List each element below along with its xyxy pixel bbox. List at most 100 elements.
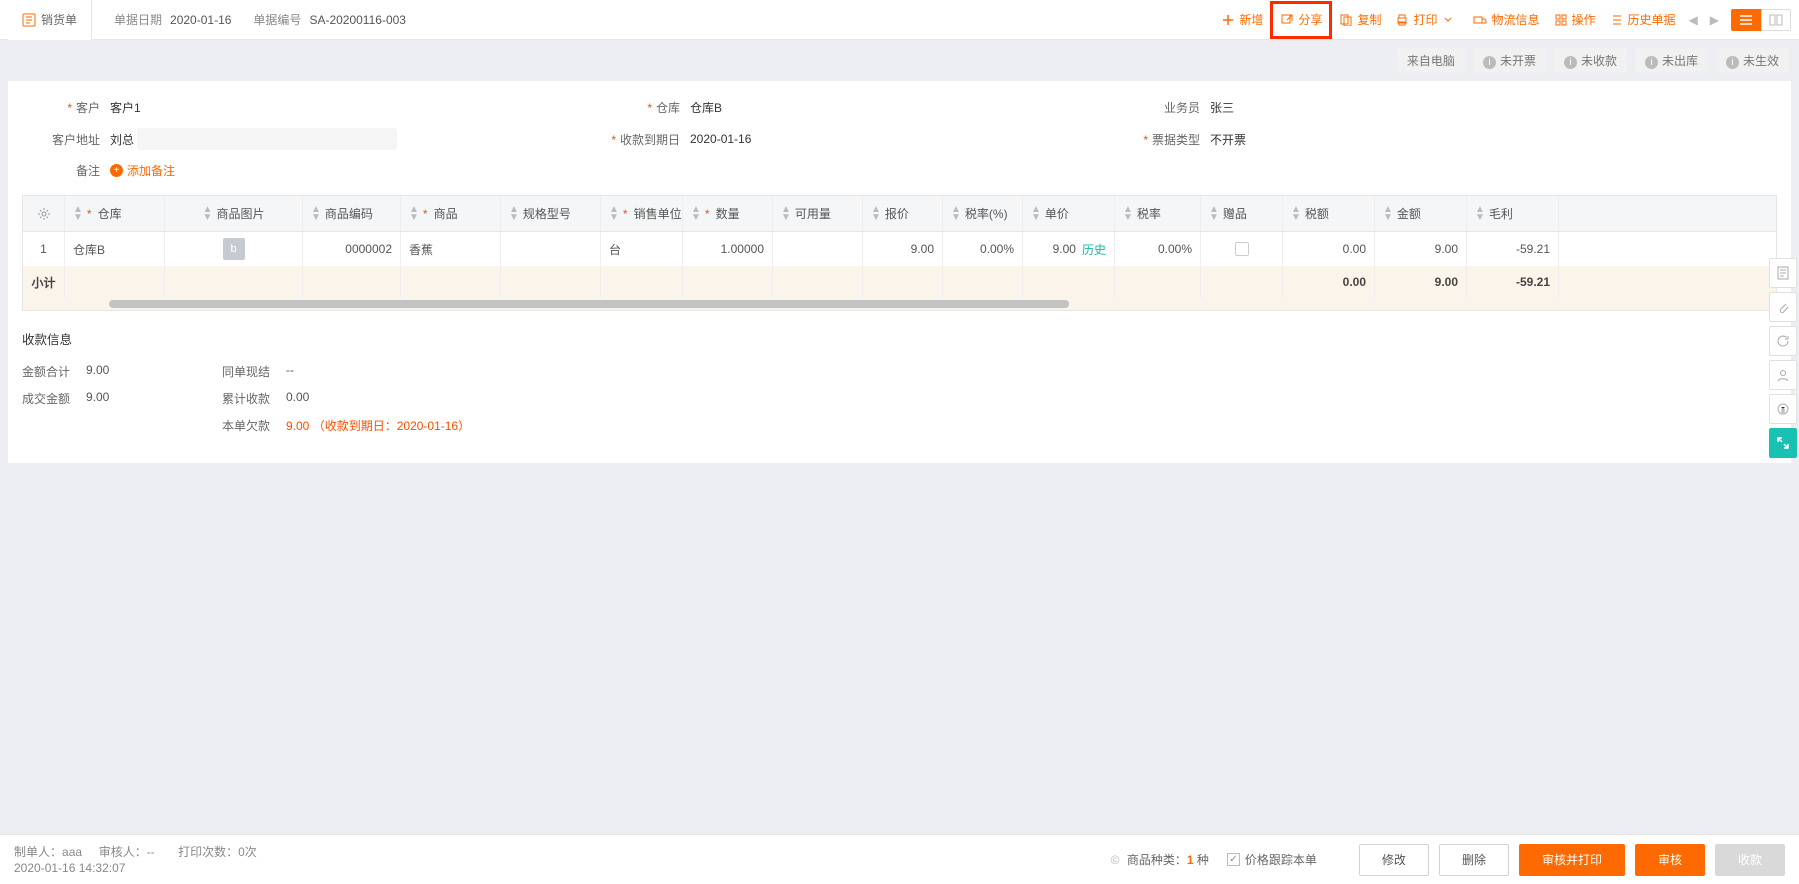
col-settings[interactable]	[23, 196, 65, 231]
history-label: 历史单据	[1628, 11, 1676, 28]
subtotal-row: 小计 0.00 9.00 -59.21	[23, 266, 1776, 298]
col-unit[interactable]: ▲▼*销售单位	[601, 196, 683, 231]
right-rail	[1769, 258, 1799, 458]
cell-rate[interactable]: 0.00%	[943, 232, 1023, 266]
cell-warehouse[interactable]: 仓库B	[65, 232, 165, 266]
cell-gift[interactable]	[1201, 232, 1283, 266]
edit-button[interactable]: 修改	[1359, 844, 1429, 876]
total-value: 9.00	[86, 363, 109, 380]
col-taxr[interactable]: ▲▼税率	[1115, 196, 1201, 231]
ops-label: 操作	[1572, 11, 1596, 28]
status-receipt[interactable]: i未收款	[1554, 48, 1627, 73]
col-image[interactable]: ▲▼商品图片	[165, 196, 303, 231]
col-price[interactable]: ▲▼报价	[863, 196, 943, 231]
rail-user-button[interactable]	[1769, 360, 1797, 390]
cell-qty[interactable]: 1.00000	[683, 232, 773, 266]
cell-spec[interactable]	[501, 232, 601, 266]
receipt-icon	[22, 13, 36, 27]
col-code[interactable]: ▲▼商品编码	[303, 196, 401, 231]
logistics-label: 物流信息	[1491, 11, 1539, 28]
share-label: 分享	[1298, 11, 1322, 28]
cell-amount[interactable]: 9.00	[1375, 232, 1467, 266]
image-placeholder-icon: b	[223, 238, 245, 260]
receipt-button[interactable]: 收款	[1715, 844, 1785, 876]
logistics-button[interactable]: 物流信息	[1466, 0, 1546, 40]
status-source: 来自电脑	[1397, 48, 1465, 73]
same-value: --	[286, 363, 294, 380]
cell-uprice[interactable]: 9.00历史	[1023, 232, 1115, 266]
footer: 制单人：aaa 审核人：-- 打印次数：0次 2020-01-16 14:32:…	[0, 834, 1799, 884]
col-spec[interactable]: ▲▼规格型号	[501, 196, 601, 231]
sales-value[interactable]: 张三	[1210, 99, 1234, 116]
rail-money-button[interactable]	[1769, 394, 1797, 424]
delete-button[interactable]: 删除	[1439, 844, 1509, 876]
address-label: 客户地址	[22, 131, 110, 148]
col-tax[interactable]: ▲▼税额	[1283, 196, 1375, 231]
warehouse-value[interactable]: 仓库B	[690, 99, 722, 116]
copy-label: 复制	[1357, 11, 1381, 28]
col-name[interactable]: ▲▼*商品	[401, 196, 501, 231]
cell-gp[interactable]: -59.21	[1467, 232, 1559, 266]
col-amount[interactable]: ▲▼金额	[1375, 196, 1467, 231]
history-link[interactable]: 历史	[1082, 241, 1106, 258]
cell-price[interactable]: 9.00	[863, 232, 943, 266]
col-rate[interactable]: ▲▼税率(%)	[943, 196, 1023, 231]
info-icon: i	[1645, 56, 1658, 69]
cell-unit[interactable]: 台	[601, 232, 683, 266]
rail-refresh-button[interactable]	[1769, 326, 1797, 356]
customer-label: 客户	[22, 99, 110, 116]
audit-button[interactable]: 审核	[1635, 844, 1705, 876]
col-qty[interactable]: ▲▼*数量	[683, 196, 773, 231]
prev-doc-button[interactable]: ◀	[1683, 13, 1704, 27]
status-invoice[interactable]: i未开票	[1473, 48, 1546, 73]
copy-icon	[1339, 13, 1353, 27]
view-list-button[interactable]	[1731, 9, 1761, 31]
rail-attach-button[interactable]	[1769, 292, 1797, 322]
grid-hscroll[interactable]	[23, 298, 1776, 310]
subtotal-gp: -59.21	[1467, 266, 1559, 298]
payment-info: 收款信息 金额合计9.00 成交金额9.00 同单现结-- 累计收款0.00 本…	[22, 329, 1777, 439]
cell-name[interactable]: 香蕉	[401, 232, 501, 266]
doc-tab[interactable]: 销货单	[8, 0, 92, 40]
cell-code[interactable]: 0000002	[303, 232, 401, 266]
print-button[interactable]: 打印	[1388, 0, 1466, 40]
customer-value[interactable]: 客户1	[110, 99, 141, 116]
rail-expand-button[interactable]	[1769, 428, 1797, 458]
history-button[interactable]: 历史单据	[1603, 0, 1683, 40]
add-button[interactable]: 新增	[1214, 0, 1270, 40]
table-row[interactable]: 1 仓库B b 0000002 香蕉 台 1.00000 9.00 0.00% …	[23, 232, 1776, 266]
copy-button[interactable]: 复制	[1332, 0, 1388, 40]
col-warehouse[interactable]: ▲▼*仓库	[65, 196, 165, 231]
duedate-value[interactable]: 2020-01-16	[690, 132, 751, 146]
deal-value: 9.00	[86, 390, 109, 407]
share-button[interactable]: 分享	[1273, 0, 1329, 40]
cell-taxr[interactable]: 0.00%	[1115, 232, 1201, 266]
next-doc-button[interactable]: ▶	[1704, 13, 1725, 27]
doc-date-value: 2020-01-16	[170, 13, 231, 27]
col-gift[interactable]: ▲▼赠品	[1201, 196, 1283, 231]
cell-image[interactable]: b	[165, 232, 303, 266]
col-gp[interactable]: ▲▼毛利	[1467, 196, 1559, 231]
print-count-value: 0次	[238, 845, 257, 859]
view-card-button[interactable]	[1761, 9, 1791, 31]
ops-button[interactable]: 操作	[1547, 0, 1603, 40]
plus-circle-icon: +	[110, 164, 123, 177]
grid-header: ▲▼*仓库 ▲▼商品图片 ▲▼商品编码 ▲▼*商品 ▲▼规格型号 ▲▼*销售单位…	[23, 196, 1776, 232]
price-follow-checkbox[interactable]: ✓ 价格跟踪本单	[1227, 851, 1317, 868]
gift-checkbox[interactable]	[1235, 242, 1249, 256]
footer-timestamp: 2020-01-16 14:32:07	[14, 860, 257, 876]
cell-tax[interactable]: 0.00	[1283, 232, 1375, 266]
cell-avail[interactable]	[773, 232, 863, 266]
col-uprice[interactable]: ▲▼单价	[1023, 196, 1115, 231]
status-outstock[interactable]: i未出库	[1635, 48, 1708, 73]
add-note-button[interactable]: +添加备注	[110, 162, 175, 179]
col-avail[interactable]: ▲▼可用量	[773, 196, 863, 231]
audit-print-button[interactable]: 审核并打印	[1519, 844, 1625, 876]
scrollbar-thumb[interactable]	[109, 300, 1069, 308]
address-prefix: 刘总	[110, 131, 134, 148]
rail-doc-button[interactable]	[1769, 258, 1797, 288]
invoice-type-value[interactable]: 不开票	[1210, 131, 1246, 148]
address-value-redacted[interactable]	[137, 128, 397, 150]
status-effect[interactable]: i未生效	[1716, 48, 1789, 73]
share-icon	[1280, 13, 1294, 27]
